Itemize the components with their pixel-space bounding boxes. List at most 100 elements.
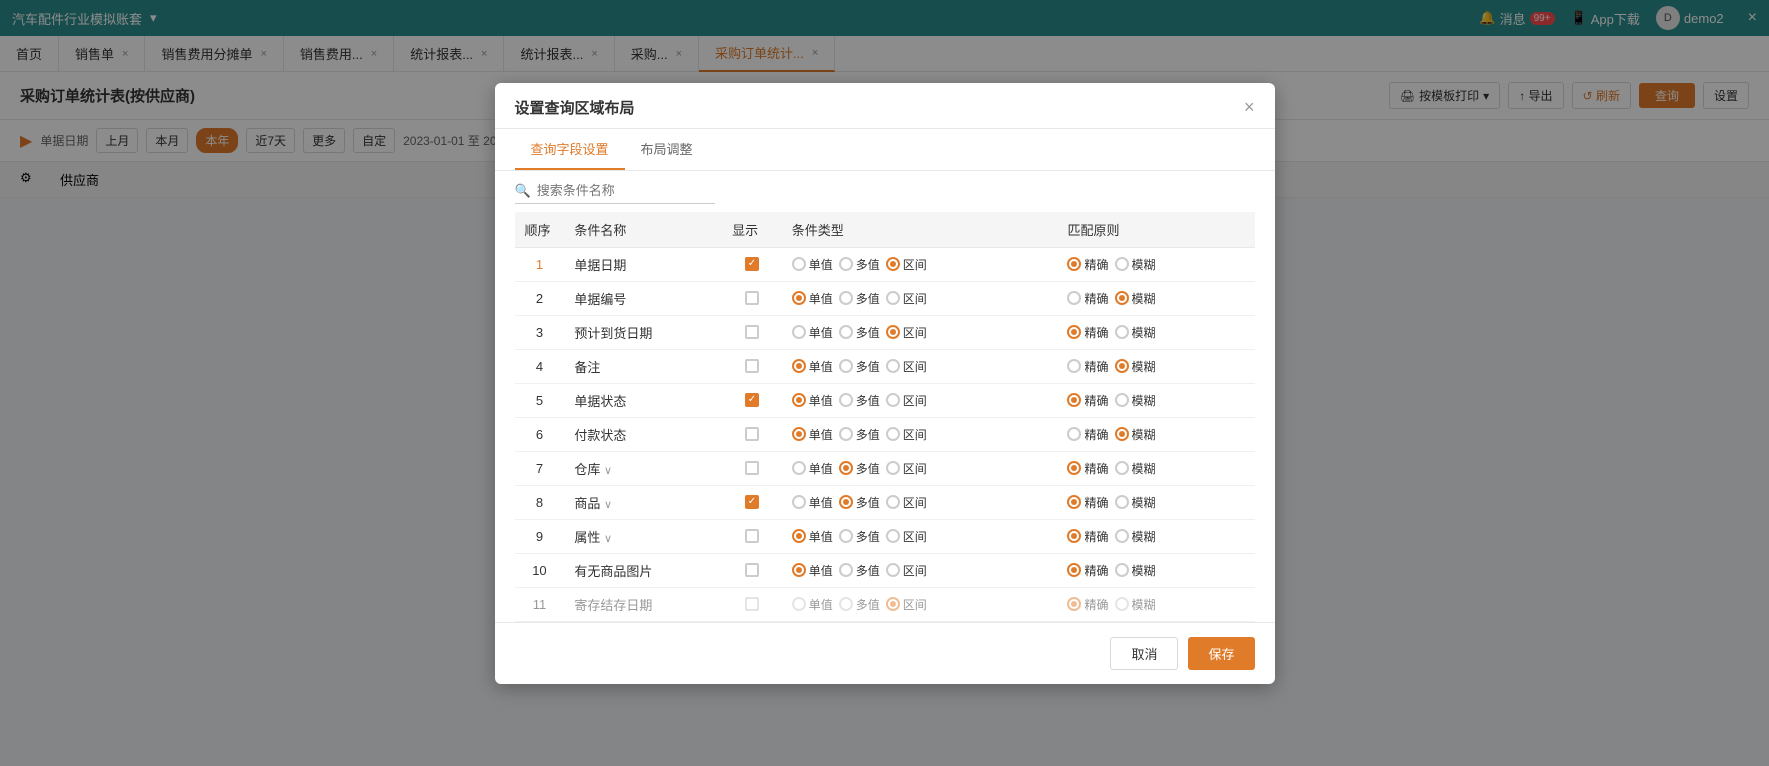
radio-circle	[1115, 359, 1129, 373]
cancel-button[interactable]: 取消	[1110, 637, 1178, 670]
modal-tab-layout[interactable]: 布局调整	[625, 129, 709, 170]
type-radio-多值-2[interactable]: 多值	[839, 324, 880, 341]
display-checkbox-10[interactable]	[745, 597, 759, 611]
row-order-5: 6	[515, 417, 565, 451]
type-radio-区间-8[interactable]: 区间	[886, 528, 927, 545]
row-type-9: 单值多值区间	[782, 553, 1058, 587]
type-radio-区间-5[interactable]: 区间	[886, 426, 927, 443]
display-checkbox-1[interactable]	[745, 291, 759, 305]
type-radio-单值-6[interactable]: 单值	[792, 460, 833, 477]
match-radio-模糊-2[interactable]: 模糊	[1115, 324, 1156, 341]
type-radio-单值-8[interactable]: 单值	[792, 528, 833, 545]
match-radio-精确-8[interactable]: 精确	[1067, 528, 1108, 545]
settings-modal: 设置查询区域布局 × 查询字段设置 布局调整 🔍 顺序	[495, 83, 1275, 684]
row-display-2	[722, 315, 782, 349]
match-radio-精确-4[interactable]: 精确	[1067, 392, 1108, 409]
type-radio-单值-4[interactable]: 单值	[792, 392, 833, 409]
radio-circle	[1067, 291, 1081, 305]
row-display-5	[722, 417, 782, 451]
match-radio-模糊-5[interactable]: 模糊	[1115, 426, 1156, 443]
radio-circle	[792, 597, 806, 611]
match-radio-精确-3[interactable]: 精确	[1067, 358, 1108, 375]
display-checkbox-9[interactable]	[745, 563, 759, 577]
row-name-7: 商品 ∨	[564, 485, 722, 519]
type-radio-单值-2[interactable]: 单值	[792, 324, 833, 341]
display-checkbox-8[interactable]	[745, 529, 759, 543]
modal-close-btn[interactable]: ×	[1244, 97, 1255, 118]
type-radio-单值-5[interactable]: 单值	[792, 426, 833, 443]
type-radio-区间-10[interactable]: 区间	[886, 596, 927, 613]
type-radio-单值-10[interactable]: 单值	[792, 596, 833, 613]
match-radio-精确-2[interactable]: 精确	[1067, 324, 1108, 341]
match-radio-精确-6[interactable]: 精确	[1067, 460, 1108, 477]
match-radio-精确-0[interactable]: 精确	[1067, 256, 1108, 273]
type-radio-单值-3[interactable]: 单值	[792, 358, 833, 375]
radio-circle	[839, 393, 853, 407]
match-radio-模糊-10[interactable]: 模糊	[1115, 596, 1156, 613]
match-radio-模糊-1[interactable]: 模糊	[1115, 290, 1156, 307]
display-checkbox-5[interactable]	[745, 427, 759, 441]
save-button[interactable]: 保存	[1188, 637, 1254, 670]
type-radio-多值-10[interactable]: 多值	[839, 596, 880, 613]
radio-circle	[1115, 529, 1129, 543]
type-radio-多值-9[interactable]: 多值	[839, 562, 880, 579]
display-checkbox-3[interactable]	[745, 359, 759, 373]
type-radio-区间-9[interactable]: 区间	[886, 562, 927, 579]
modal-table-header-row: 顺序 条件名称 显示 条件类型 匹配原则	[515, 212, 1255, 248]
radio-circle	[1115, 563, 1129, 577]
type-radio-多值-3[interactable]: 多值	[839, 358, 880, 375]
type-radio-区间-4[interactable]: 区间	[886, 392, 927, 409]
type-radio-多值-0[interactable]: 多值	[839, 256, 880, 273]
type-radio-区间-0[interactable]: 区间	[886, 256, 927, 273]
table-row: 9属性 ∨单值多值区间精确模糊	[515, 519, 1255, 553]
radio-circle	[886, 427, 900, 441]
type-radio-多值-7[interactable]: 多值	[839, 494, 880, 511]
match-radio-模糊-9[interactable]: 模糊	[1115, 562, 1156, 579]
display-checkbox-4[interactable]	[745, 393, 759, 407]
search-input[interactable]	[537, 183, 715, 198]
match-radio-精确-5[interactable]: 精确	[1067, 426, 1108, 443]
type-radio-多值-4[interactable]: 多值	[839, 392, 880, 409]
display-checkbox-2[interactable]	[745, 325, 759, 339]
radio-circle	[792, 563, 806, 577]
match-radio-模糊-0[interactable]: 模糊	[1115, 256, 1156, 273]
type-radio-单值-7[interactable]: 单值	[792, 494, 833, 511]
type-radio-区间-6[interactable]: 区间	[886, 460, 927, 477]
type-radio-区间-2[interactable]: 区间	[886, 324, 927, 341]
match-radio-精确-10[interactable]: 精确	[1067, 596, 1108, 613]
row-match-3: 精确模糊	[1057, 349, 1254, 383]
type-radio-单值-1[interactable]: 单值	[792, 290, 833, 307]
dropdown-arrow-icon: ∨	[604, 465, 612, 477]
match-radio-模糊-7[interactable]: 模糊	[1115, 494, 1156, 511]
row-order-1: 2	[515, 281, 565, 315]
match-radio-精确-1[interactable]: 精确	[1067, 290, 1108, 307]
type-radio-单值-0[interactable]: 单值	[792, 256, 833, 273]
type-radio-多值-6[interactable]: 多值	[839, 460, 880, 477]
row-display-10	[722, 587, 782, 621]
type-radio-区间-7[interactable]: 区间	[886, 494, 927, 511]
radio-circle	[1115, 597, 1129, 611]
match-radio-精确-9[interactable]: 精确	[1067, 562, 1108, 579]
radio-circle	[1067, 597, 1081, 611]
display-checkbox-6[interactable]	[745, 461, 759, 475]
match-radio-精确-7[interactable]: 精确	[1067, 494, 1108, 511]
type-radio-多值-8[interactable]: 多值	[839, 528, 880, 545]
type-radio-区间-1[interactable]: 区间	[886, 290, 927, 307]
match-radio-模糊-6[interactable]: 模糊	[1115, 460, 1156, 477]
row-type-3: 单值多值区间	[782, 349, 1058, 383]
type-radio-单值-9[interactable]: 单值	[792, 562, 833, 579]
table-row: 8商品 ∨单值多值区间精确模糊	[515, 485, 1255, 519]
type-radio-区间-3[interactable]: 区间	[886, 358, 927, 375]
display-checkbox-7[interactable]	[745, 495, 759, 509]
type-radio-多值-1[interactable]: 多值	[839, 290, 880, 307]
modal-tab-query-fields[interactable]: 查询字段设置	[515, 129, 625, 170]
type-radio-多值-5[interactable]: 多值	[839, 426, 880, 443]
match-radio-模糊-8[interactable]: 模糊	[1115, 528, 1156, 545]
row-order-9: 10	[515, 553, 565, 587]
row-match-7: 精确模糊	[1057, 485, 1254, 519]
match-radio-模糊-4[interactable]: 模糊	[1115, 392, 1156, 409]
display-checkbox-0[interactable]	[745, 257, 759, 271]
modal-tab-query-label: 查询字段设置	[531, 142, 609, 157]
match-radio-模糊-3[interactable]: 模糊	[1115, 358, 1156, 375]
row-display-4	[722, 383, 782, 417]
